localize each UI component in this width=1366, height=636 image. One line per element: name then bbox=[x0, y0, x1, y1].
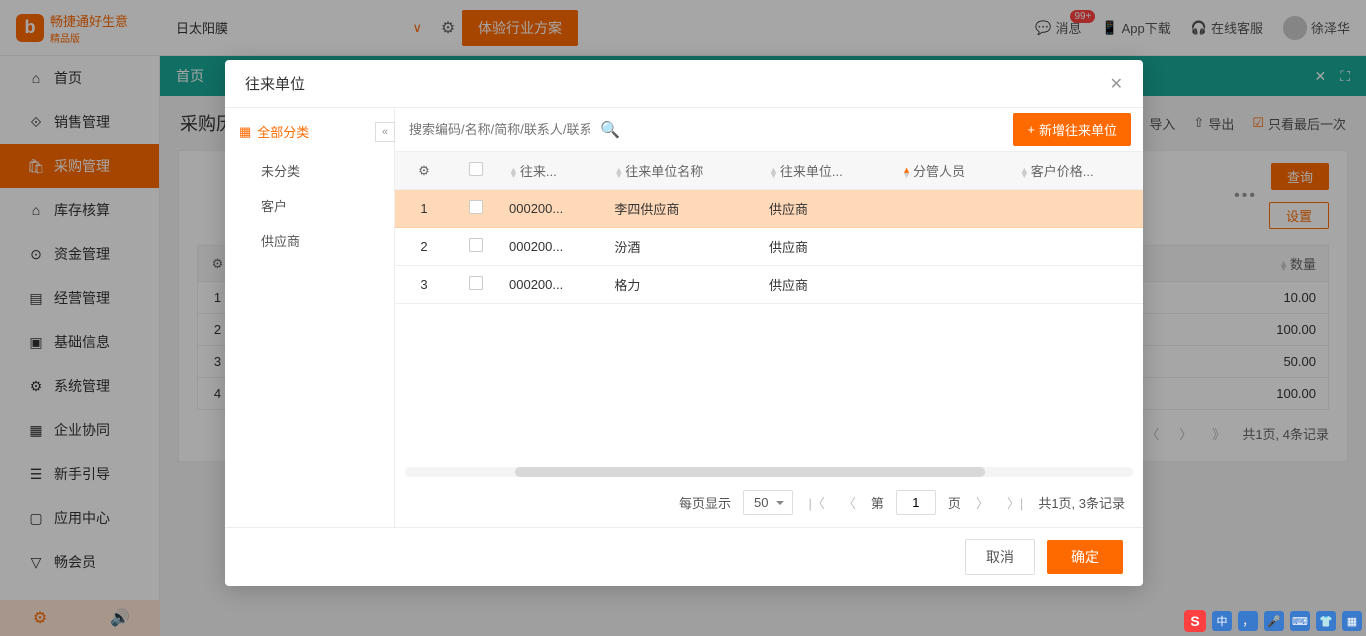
category-customer[interactable]: 客户 bbox=[239, 188, 394, 223]
modal-pagination: 每页显示 50 |〈 〈 第 页 〉 〉| 共1页, 3条记录 bbox=[395, 477, 1143, 527]
page-label-pre: 第 bbox=[871, 493, 884, 512]
category-panel: « ▦全部分类 未分类 客户 供应商 bbox=[225, 108, 395, 527]
sort-icon: ▲▼ bbox=[614, 168, 623, 178]
ime-punct-icon[interactable]: ， bbox=[1238, 611, 1258, 631]
col-gear[interactable]: ⚙ bbox=[395, 152, 453, 190]
page-last-icon[interactable]: 〉| bbox=[1004, 493, 1026, 512]
per-page-label: 每页显示 bbox=[679, 493, 731, 512]
ime-mic-icon[interactable]: 🎤 bbox=[1264, 611, 1284, 631]
vendor-row[interactable]: 3000200...格力供应商 bbox=[395, 266, 1143, 304]
grid-icon: ▦ bbox=[239, 124, 251, 140]
col-name[interactable]: ▲▼往来单位名称 bbox=[604, 152, 759, 190]
confirm-button[interactable]: 确定 bbox=[1047, 540, 1123, 574]
horizontal-scrollbar[interactable] bbox=[405, 467, 1133, 477]
page-next-icon[interactable]: 〉 bbox=[973, 493, 992, 512]
checkbox-icon[interactable] bbox=[469, 162, 483, 176]
modal-table-panel: 🔍 +新增往来单位 ⚙ ▲▼往来... ▲▼往来单位名称 ▲▼往来单位... ▲… bbox=[395, 108, 1143, 527]
col-price[interactable]: ▲▼客户价格... bbox=[1010, 152, 1143, 190]
modal-search-row: 🔍 +新增往来单位 bbox=[395, 108, 1143, 152]
ime-lang-icon[interactable]: 中 bbox=[1212, 611, 1232, 631]
search-icon[interactable]: 🔍 bbox=[600, 120, 620, 140]
collapse-panel-icon[interactable]: « bbox=[375, 122, 395, 142]
category-all[interactable]: ▦全部分类 bbox=[239, 122, 394, 141]
ime-toolbar: S 中 ， 🎤 ⌨ 👕 ▦ bbox=[1184, 610, 1362, 632]
page-prev-icon[interactable]: 〈 bbox=[840, 493, 859, 512]
checkbox-icon[interactable] bbox=[469, 238, 483, 252]
add-vendor-button[interactable]: +新增往来单位 bbox=[1013, 113, 1131, 146]
col-manager[interactable]: ▲▼分管人员 bbox=[892, 152, 1010, 190]
vendor-row[interactable]: 2000200...汾酒供应商 bbox=[395, 228, 1143, 266]
checkbox-icon[interactable] bbox=[469, 200, 483, 214]
category-supplier[interactable]: 供应商 bbox=[239, 223, 394, 258]
col-check[interactable] bbox=[453, 152, 499, 190]
vendor-row[interactable]: 1000200...李四供应商供应商 bbox=[395, 190, 1143, 228]
scrollbar-thumb[interactable] bbox=[515, 467, 985, 477]
gear-icon: ⚙ bbox=[418, 163, 430, 178]
checkbox-icon[interactable] bbox=[469, 276, 483, 290]
sort-icon: ▲▼ bbox=[902, 168, 911, 178]
per-page-select[interactable]: 50 bbox=[743, 490, 793, 515]
plus-icon: + bbox=[1027, 122, 1035, 137]
modal-close-icon[interactable]: ✕ bbox=[1110, 74, 1123, 94]
modal-pagination-summary: 共1页, 3条记录 bbox=[1038, 493, 1125, 512]
modal-footer: 取消 确定 bbox=[225, 528, 1143, 586]
sort-icon: ▲▼ bbox=[1020, 168, 1029, 178]
ime-menu-icon[interactable]: ▦ bbox=[1342, 611, 1362, 631]
page-first-icon[interactable]: |〈 bbox=[805, 493, 827, 512]
col-type[interactable]: ▲▼往来单位... bbox=[759, 152, 892, 190]
page-number-input[interactable] bbox=[896, 490, 936, 515]
modal-body: « ▦全部分类 未分类 客户 供应商 🔍 +新增往来单位 ⚙ ▲▼往来... ▲… bbox=[225, 108, 1143, 528]
col-code[interactable]: ▲▼往来... bbox=[499, 152, 604, 190]
sort-icon: ▲▼ bbox=[769, 168, 778, 178]
ime-logo-icon[interactable]: S bbox=[1184, 610, 1206, 632]
page-label-post: 页 bbox=[948, 493, 961, 512]
modal-header: 往来单位 ✕ bbox=[225, 60, 1143, 108]
modal-title: 往来单位 bbox=[245, 73, 305, 94]
cancel-button[interactable]: 取消 bbox=[965, 539, 1035, 575]
ime-skin-icon[interactable]: 👕 bbox=[1316, 611, 1336, 631]
modal-table-scroll: ⚙ ▲▼往来... ▲▼往来单位名称 ▲▼往来单位... ▲▼分管人员 ▲▼客户… bbox=[395, 152, 1143, 467]
category-unclassified[interactable]: 未分类 bbox=[239, 153, 394, 188]
ime-keyboard-icon[interactable]: ⌨ bbox=[1290, 611, 1310, 631]
vendor-table: ⚙ ▲▼往来... ▲▼往来单位名称 ▲▼往来单位... ▲▼分管人员 ▲▼客户… bbox=[395, 152, 1143, 304]
search-input[interactable] bbox=[407, 116, 592, 143]
sort-icon: ▲▼ bbox=[509, 168, 518, 178]
vendor-modal: 往来单位 ✕ « ▦全部分类 未分类 客户 供应商 🔍 +新增往来单位 ⚙ ▲▼… bbox=[225, 60, 1143, 586]
